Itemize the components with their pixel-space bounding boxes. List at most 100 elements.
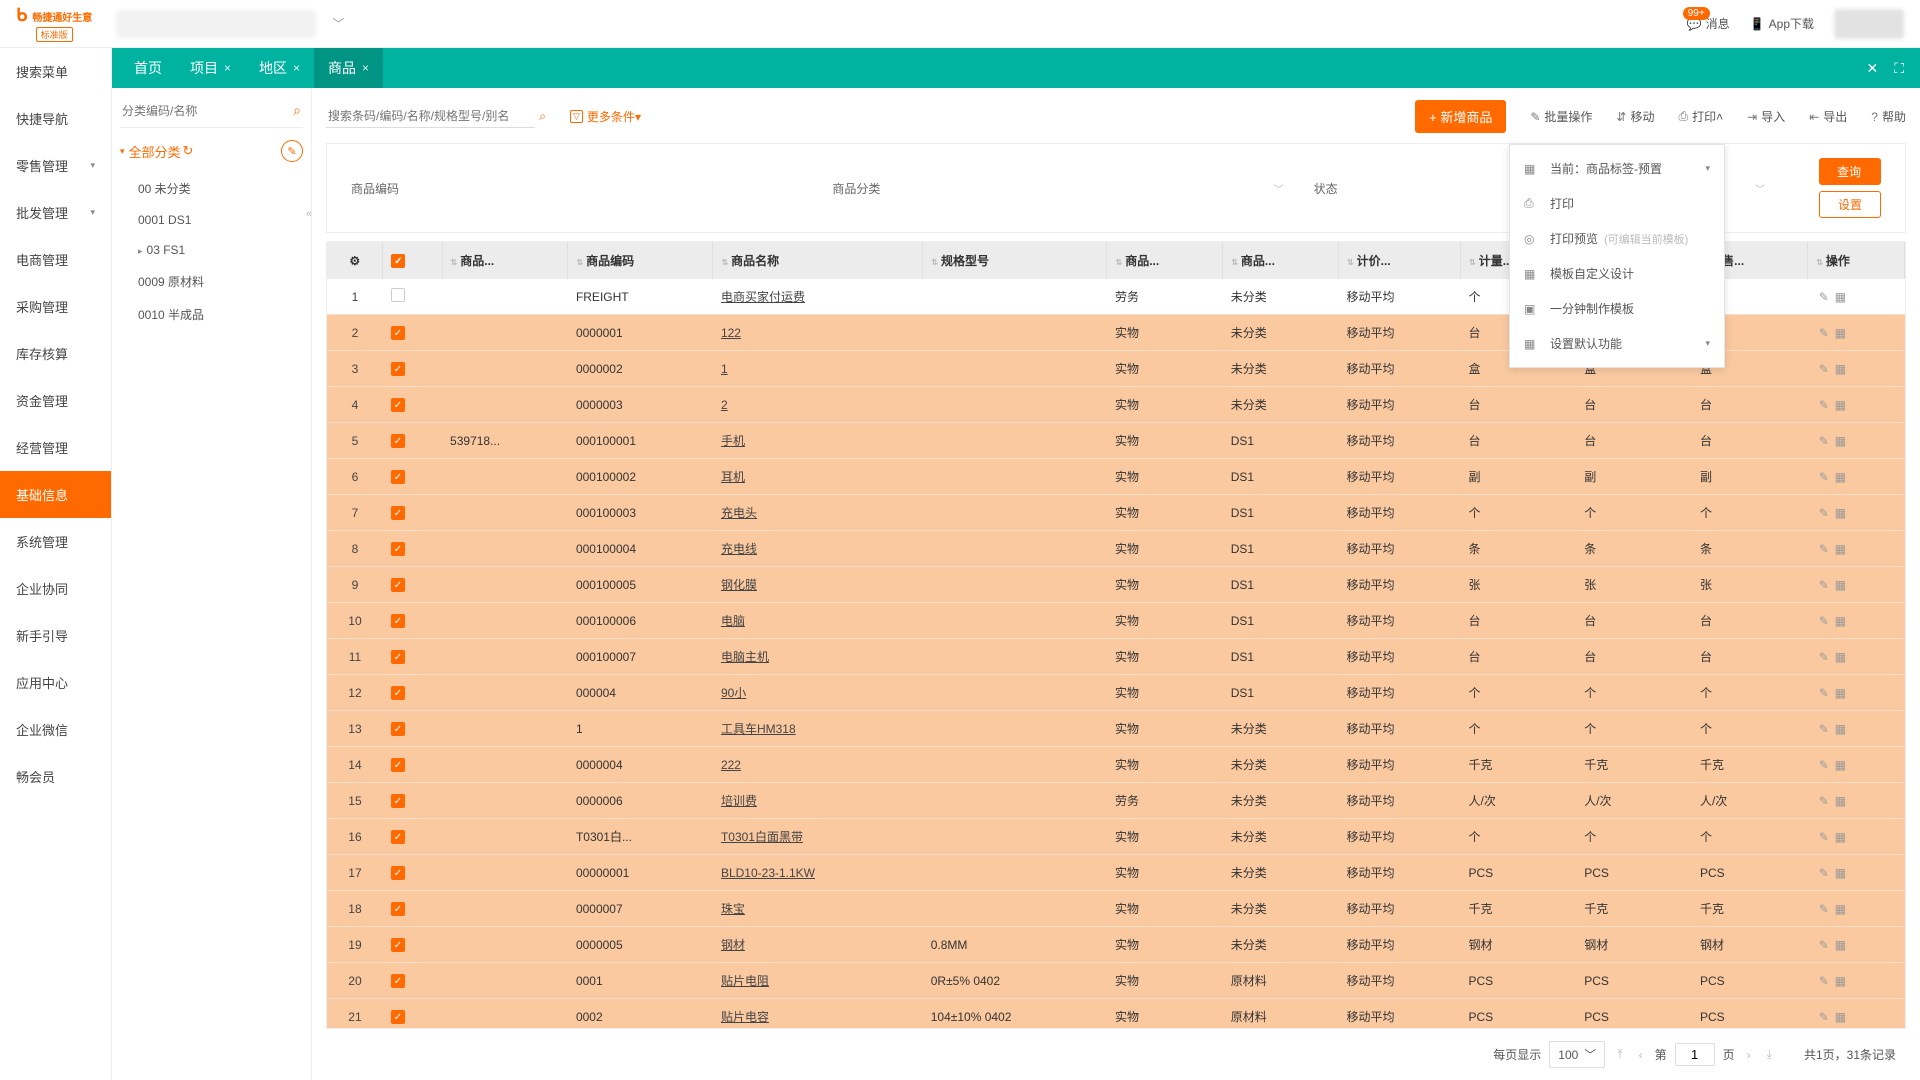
more-icon[interactable]: ▦	[1835, 794, 1846, 808]
app-download-button[interactable]: 📱 App下载	[1750, 15, 1814, 32]
help-button[interactable]: ?帮助	[1871, 108, 1906, 125]
category-edit-button[interactable]: ✎	[281, 140, 303, 162]
cell-name[interactable]: 钢材	[713, 927, 923, 963]
more-icon[interactable]: ▦	[1835, 686, 1846, 700]
more-icon[interactable]: ▦	[1835, 506, 1846, 520]
edit-icon[interactable]: ✎	[1819, 326, 1829, 340]
cell-name[interactable]: 充电线	[713, 531, 923, 567]
tab-close-all-icon[interactable]: ✕	[1858, 60, 1886, 77]
filter-code-input[interactable]	[415, 181, 675, 196]
row-checkbox[interactable]: ✓	[383, 783, 442, 819]
edit-icon[interactable]: ✎	[1819, 902, 1829, 916]
edit-icon[interactable]: ✎	[1819, 398, 1829, 412]
edit-icon[interactable]: ✎	[1819, 974, 1829, 988]
cell-name[interactable]: 工具车HM318	[713, 711, 923, 747]
row-checkbox[interactable]: ✓	[383, 603, 442, 639]
export-button[interactable]: ⇤导出	[1809, 108, 1847, 125]
close-icon[interactable]: ×	[293, 61, 300, 75]
row-checkbox[interactable]: ✓	[383, 999, 442, 1030]
per-page-select[interactable]: 100﹀	[1549, 1041, 1605, 1068]
table-row[interactable]: 19✓0000005钢材0.8MM实物未分类移动平均钢材钢材钢材✎▦	[327, 927, 1905, 963]
nav-item-8[interactable]: 经营管理	[0, 424, 111, 471]
edit-icon[interactable]: ✎	[1819, 362, 1829, 376]
toolbar-search-input[interactable]	[326, 105, 535, 128]
user-avatar[interactable]	[1834, 9, 1904, 39]
col-header-0[interactable]: ⇅商品...	[442, 242, 568, 279]
close-icon[interactable]: ×	[224, 61, 231, 75]
cell-name[interactable]: 电脑	[713, 603, 923, 639]
nav-item-12[interactable]: 新手引导	[0, 612, 111, 659]
table-row[interactable]: 16✓T0301白...T0301白面黑带实物未分类移动平均个个个✎▦	[327, 819, 1905, 855]
nav-item-6[interactable]: 库存核算	[0, 330, 111, 377]
edit-icon[interactable]: ✎	[1819, 470, 1829, 484]
edit-icon[interactable]: ✎	[1819, 830, 1829, 844]
print-button[interactable]: ⎙打印 ˄	[1679, 108, 1724, 125]
cell-name[interactable]: 充电头	[713, 495, 923, 531]
print-menu-item-2[interactable]: ◎打印预览(可编辑当前模板)	[1510, 221, 1724, 256]
table-row[interactable]: 17✓00000001BLD10-23-1.1KW实物未分类移动平均PCSPCS…	[327, 855, 1905, 891]
category-item-3[interactable]: 0009 原材料	[120, 265, 303, 298]
next-page-button[interactable]: ›	[1743, 1048, 1755, 1062]
category-item-1[interactable]: 0001 DS1	[120, 205, 303, 235]
cell-name[interactable]: 1	[713, 351, 923, 387]
cell-name[interactable]: 钢化膜	[713, 567, 923, 603]
tab-3[interactable]: 商品×	[314, 48, 383, 88]
table-row[interactable]: 12✓00000490小实物DS1移动平均个个个✎▦	[327, 675, 1905, 711]
filter-category[interactable]: 商品分类 ﹀	[832, 180, 1313, 197]
edit-icon[interactable]: ✎	[1819, 686, 1829, 700]
nav-item-0[interactable]: 搜索菜单	[0, 48, 111, 95]
first-page-button[interactable]: ⤒	[1613, 1047, 1626, 1062]
cell-name[interactable]: T0301白面黑带	[713, 819, 923, 855]
more-icon[interactable]: ▦	[1835, 974, 1846, 988]
cell-name[interactable]: 培训费	[713, 783, 923, 819]
table-row[interactable]: 9✓000100005钢化膜实物DS1移动平均张张张✎▦	[327, 567, 1905, 603]
row-checkbox[interactable]: ✓	[383, 927, 442, 963]
fullscreen-icon[interactable]: ⛶	[1886, 60, 1912, 77]
more-icon[interactable]: ▦	[1835, 722, 1846, 736]
edit-icon[interactable]: ✎	[1819, 578, 1829, 592]
nav-item-11[interactable]: 企业协同	[0, 565, 111, 612]
cell-name[interactable]: 2	[713, 387, 923, 423]
row-checkbox[interactable]: ✓	[383, 891, 442, 927]
more-icon[interactable]: ▦	[1835, 362, 1846, 376]
close-icon[interactable]: ×	[362, 61, 369, 75]
edit-icon[interactable]: ✎	[1819, 938, 1829, 952]
more-icon[interactable]: ▦	[1835, 470, 1846, 484]
edit-icon[interactable]: ✎	[1819, 758, 1829, 772]
nav-item-5[interactable]: 采购管理	[0, 283, 111, 330]
row-checkbox[interactable]: ✓	[383, 387, 442, 423]
search-icon[interactable]: ⌕	[539, 109, 546, 124]
more-icon[interactable]: ▦	[1835, 398, 1846, 412]
tab-1[interactable]: 项目×	[176, 48, 245, 88]
table-row[interactable]: 5✓539718...000100001手机实物DS1移动平均台台台✎▦	[327, 423, 1905, 459]
cell-name[interactable]: 222	[713, 747, 923, 783]
more-icon[interactable]: ▦	[1835, 830, 1846, 844]
cell-name[interactable]: BLD10-23-1.1KW	[713, 855, 923, 891]
search-button[interactable]: 查询	[1819, 158, 1881, 185]
col-header-2[interactable]: ⇅商品名称	[713, 242, 923, 279]
row-checkbox[interactable]: ✓	[383, 459, 442, 495]
page-input[interactable]	[1675, 1043, 1715, 1066]
table-row[interactable]: 18✓0000007珠宝实物未分类移动平均千克千克千克✎▦	[327, 891, 1905, 927]
more-filters-button[interactable]: 更多条件 ▾	[570, 108, 641, 125]
edit-icon[interactable]: ✎	[1819, 722, 1829, 736]
cell-name[interactable]: 电脑主机	[713, 639, 923, 675]
row-checkbox[interactable]	[383, 279, 442, 315]
col-header-1[interactable]: ⇅商品编码	[568, 242, 713, 279]
cell-name[interactable]: 122	[713, 315, 923, 351]
nav-item-7[interactable]: 资金管理	[0, 377, 111, 424]
cell-name[interactable]: 贴片电容	[713, 999, 923, 1030]
edit-icon[interactable]: ✎	[1819, 434, 1829, 448]
batch-ops-button[interactable]: ✎批量操作	[1530, 108, 1592, 125]
org-selector[interactable]	[116, 10, 316, 38]
more-icon[interactable]: ▦	[1835, 650, 1846, 664]
cell-name[interactable]: 手机	[713, 423, 923, 459]
row-checkbox[interactable]: ✓	[383, 963, 442, 999]
row-checkbox[interactable]: ✓	[383, 495, 442, 531]
col-header-6[interactable]: ⇅计价...	[1338, 242, 1460, 279]
settings-button[interactable]: 设置	[1819, 191, 1881, 218]
cell-name[interactable]: 耳机	[713, 459, 923, 495]
table-row[interactable]: 13✓1工具车HM318实物未分类移动平均个个个✎▦	[327, 711, 1905, 747]
edit-icon[interactable]: ✎	[1819, 866, 1829, 880]
table-row[interactable]: 20✓0001贴片电阻0R±5% 0402实物原材料移动平均PCSPCSPCS✎…	[327, 963, 1905, 999]
